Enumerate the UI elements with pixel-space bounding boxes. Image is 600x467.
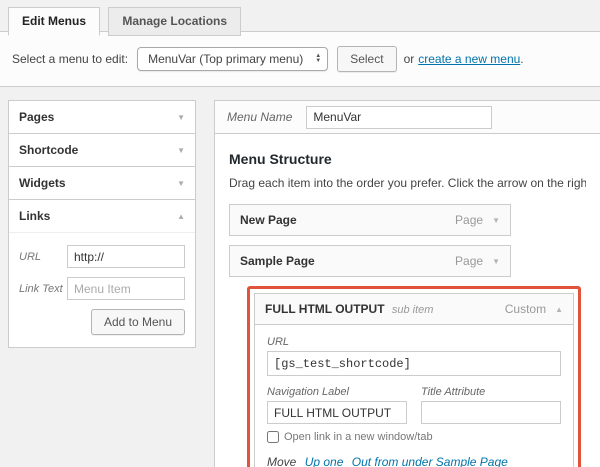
chevron-down-icon[interactable]: ▼ <box>492 216 500 225</box>
create-link-period: . <box>520 52 524 66</box>
tab-manage-locations[interactable]: Manage Locations <box>108 7 242 36</box>
menu-item-sample-page[interactable]: Sample Page Page ▼ <box>229 245 511 277</box>
menu-select-bar: Select a menu to edit: MenuVar (Top prim… <box>0 32 600 87</box>
link-text-label: Link Text <box>19 282 63 295</box>
select-button[interactable]: Select <box>337 46 397 72</box>
dropdown-arrows-icon: ▲ ▼ <box>315 53 322 64</box>
menu-item-type: Page <box>455 254 484 268</box>
menu-editor-panel: Menu Name Menu Structure Drag each item … <box>214 100 600 467</box>
menu-item-full-html-output[interactable]: FULL HTML OUTPUT sub item Custom ▲ <box>254 293 574 325</box>
dropdown-arrow-down-icon: ▼ <box>315 58 322 64</box>
chevron-up-icon: ▲ <box>177 211 185 221</box>
menu-name-input[interactable] <box>306 105 493 129</box>
link-text-input[interactable] <box>67 277 185 300</box>
menu-item-settings: URL Navigation Label Title Attribute <box>254 325 574 467</box>
panel-links-label: Links <box>19 209 51 223</box>
menu-structure-heading: Menu Structure <box>229 151 332 167</box>
create-new-menu-link[interactable]: create a new menu <box>418 52 520 66</box>
edit-menus-screen: Edit Menus Manage Locations Select a men… <box>0 0 600 467</box>
item-url-input[interactable] <box>267 351 561 376</box>
sidebar-panel-pages: Pages ▼ <box>8 100 196 134</box>
chevron-down-icon[interactable]: ▼ <box>492 257 500 266</box>
sidebar: Pages ▼ Shortcode ▼ Widgets ▼ Links ▲ UR… <box>8 100 196 348</box>
chevron-down-icon: ▼ <box>177 145 185 155</box>
highlight-annotation-box: FULL HTML OUTPUT sub item Custom ▲ URL [… <box>247 286 581 467</box>
move-out-link[interactable]: Out from under Sample Page <box>352 455 508 467</box>
sidebar-panel-links-header[interactable]: Links ▲ <box>9 200 195 232</box>
open-new-window-label: Open link in a new window/tab <box>284 431 433 443</box>
url-label: URL <box>19 250 42 263</box>
menu-item-type: Custom <box>504 302 547 316</box>
menu-dropdown-value: MenuVar (Top primary menu) <box>148 52 304 66</box>
sidebar-panel-links: Links ▲ URL Link Text Add to Menu <box>8 199 196 348</box>
move-up-link[interactable]: Up one <box>305 455 344 467</box>
menu-item-new-page[interactable]: New Page Page ▼ <box>229 204 511 236</box>
tab-bar: Edit Menus Manage Locations <box>0 0 600 36</box>
select-menu-label: Select a menu to edit: <box>12 52 129 66</box>
chevron-down-icon: ▼ <box>177 178 185 188</box>
tab-edit-menus[interactable]: Edit Menus <box>8 7 101 36</box>
chevron-down-icon: ▼ <box>177 112 185 122</box>
url-input[interactable] <box>67 245 185 268</box>
navigation-label-input[interactable] <box>267 401 407 424</box>
menu-item-title: Sample Page <box>240 254 315 268</box>
menu-item-title: New Page <box>240 213 297 227</box>
links-panel-body: URL Link Text Add to Menu <box>9 232 195 347</box>
move-row: Move Up one Out from under Sample Page <box>267 455 561 467</box>
menu-dropdown[interactable]: MenuVar (Top primary menu) ▲ ▼ <box>137 47 329 71</box>
menu-item-title: FULL HTML OUTPUT <box>265 302 385 316</box>
sidebar-panel-shortcode-header[interactable]: Shortcode ▼ <box>9 134 195 166</box>
sidebar-panel-widgets-header[interactable]: Widgets ▼ <box>9 167 195 199</box>
sub-item-badge: sub item <box>391 304 434 316</box>
open-new-window-checkbox[interactable] <box>267 431 279 443</box>
menu-structure-section: Menu Structure Drag each item into the o… <box>215 151 600 467</box>
chevron-up-icon[interactable]: ▲ <box>555 305 563 314</box>
panel-widgets-label: Widgets <box>19 176 66 190</box>
panel-shortcode-label: Shortcode <box>19 143 79 157</box>
menu-name-bar: Menu Name <box>215 101 600 134</box>
sidebar-panel-pages-header[interactable]: Pages ▼ <box>9 101 195 133</box>
menu-name-label: Menu Name <box>227 110 293 124</box>
title-attribute-input[interactable] <box>421 401 561 424</box>
menu-structure-description: Drag each item into the order you prefer… <box>229 176 586 190</box>
navigation-label-label: Navigation Label <box>267 386 349 398</box>
sidebar-panel-shortcode: Shortcode ▼ <box>8 133 196 167</box>
item-url-label: URL <box>267 336 290 348</box>
add-to-menu-button[interactable]: Add to Menu <box>90 309 185 335</box>
panel-pages-label: Pages <box>19 110 55 124</box>
sidebar-panel-widgets: Widgets ▼ <box>8 166 196 200</box>
move-label: Move <box>267 455 297 467</box>
or-text: or <box>403 52 415 66</box>
menu-item-type: Page <box>455 213 484 227</box>
title-attribute-label: Title Attribute <box>421 386 486 398</box>
content-area: Pages ▼ Shortcode ▼ Widgets ▼ Links ▲ UR… <box>0 87 600 467</box>
